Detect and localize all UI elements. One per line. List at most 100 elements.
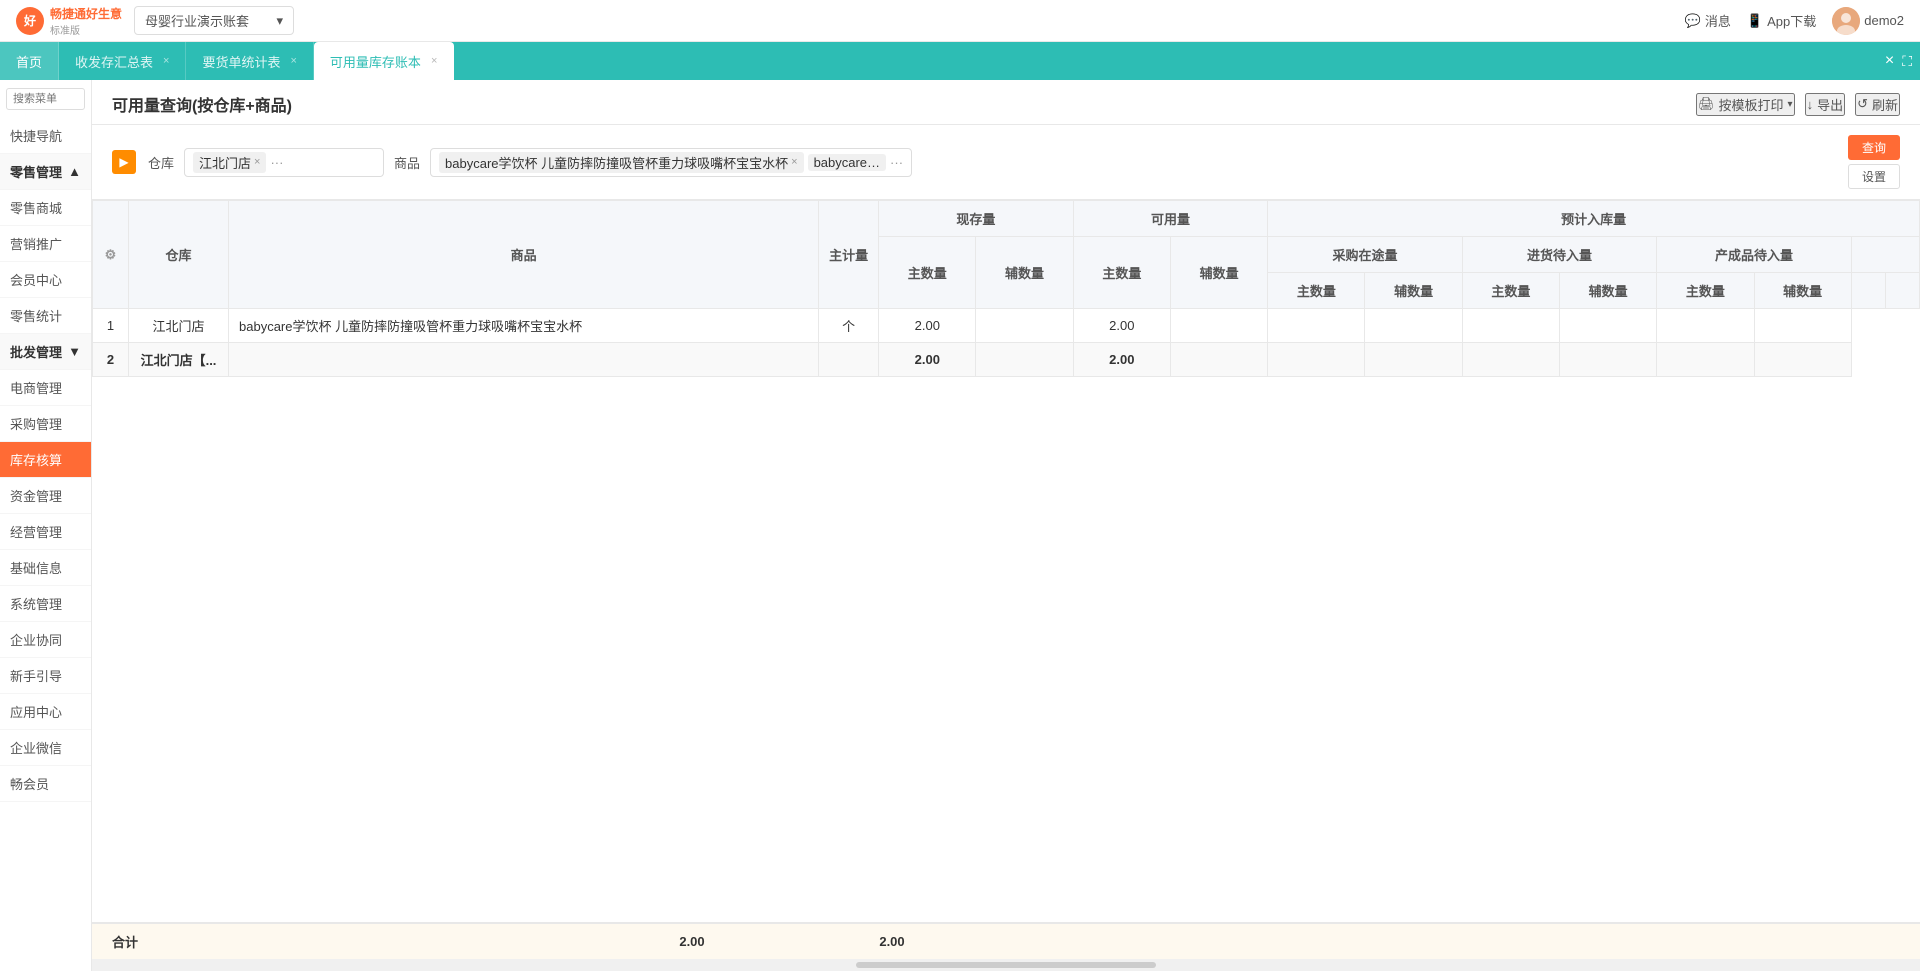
th-available: 可用量	[1073, 201, 1268, 237]
row2-purchase-aux	[1365, 343, 1462, 377]
sidebar-item-enterprise[interactable]: 企业协同	[0, 622, 91, 658]
sidebar-item-retail-mgmt[interactable]: 零售管理 ▲	[0, 154, 91, 190]
row2-avail-aux	[1170, 343, 1267, 377]
printer-icon: 🖨	[1698, 96, 1715, 112]
marketing-label: 营销推广	[10, 237, 62, 252]
filter-toggle-btn[interactable]: ▶	[112, 150, 136, 174]
sidebar-item-enterprise-wx[interactable]: 企业微信	[0, 730, 91, 766]
inventory-label: 库存核算	[10, 453, 62, 468]
th-extra	[1851, 237, 1919, 273]
row2-produce-aux	[1754, 343, 1851, 377]
sidebar-item-retail-stats[interactable]: 零售统计	[0, 298, 91, 334]
sidebar-item-operations[interactable]: 经营管理	[0, 514, 91, 550]
row2-avail-main: 2.00	[1073, 343, 1170, 377]
logo-icon: 好	[16, 7, 44, 35]
row2-unit	[819, 343, 879, 377]
th-inbound-aux: 辅数量	[1560, 273, 1657, 309]
guide-label: 新手引导	[10, 669, 62, 684]
tab-available-stock[interactable]: 可用量库存账本 ×	[314, 42, 454, 80]
gear-icon[interactable]: ⚙	[105, 247, 117, 262]
phone-icon: 📱	[1747, 13, 1763, 29]
app-download-btn[interactable]: 📱 App下载	[1747, 11, 1816, 30]
row2-stock-aux	[976, 343, 1073, 377]
sidebar-item-system[interactable]: 系统管理	[0, 586, 91, 622]
product-filter-input[interactable]: babycare学饮杯 儿童防摔防撞吸管杯重力球吸嘴杯宝宝水杯 × babyca…	[430, 148, 912, 177]
message-icon: 💬	[1685, 13, 1701, 29]
sidebar-item-base-info[interactable]: 基础信息	[0, 550, 91, 586]
table-footer: 合计 2.00 2.00	[92, 922, 1920, 959]
app-center-label: 应用中心	[10, 705, 62, 720]
scrollbar-thumb[interactable]	[856, 962, 1156, 968]
sidebar-item-ecommerce[interactable]: 电商管理	[0, 370, 91, 406]
sidebar-item-quick-nav[interactable]: 快捷导航	[0, 118, 91, 154]
row2-purchase-main	[1268, 343, 1365, 377]
template-print-label: 按模板打印	[1719, 95, 1784, 114]
horizontal-scrollbar[interactable]	[92, 959, 1920, 971]
sidebar-item-guide[interactable]: 新手引导	[0, 658, 91, 694]
tab-close-available[interactable]: ×	[431, 55, 437, 67]
industry-selector[interactable]: 母婴行业演示账套 ▾	[134, 6, 294, 35]
sidebar-item-inventory[interactable]: 库存核算	[0, 442, 91, 478]
top-bar-right: 💬 消息 📱 App下载 demo2	[1685, 7, 1904, 35]
warehouse-filter-label: 仓库	[148, 153, 174, 172]
sidebar-item-app-center[interactable]: 应用中心	[0, 694, 91, 730]
base-info-label: 基础信息	[10, 561, 62, 576]
main-layout: 快捷导航 零售管理 ▲ 零售商城 营销推广 会员中心 零售统计 批发管理 ▼ 电…	[0, 80, 1920, 971]
product-tag1-remove[interactable]: ×	[791, 156, 797, 168]
nav-tabs-bar: 首页 收发存汇总表 × 要货单统计表 × 可用量库存账本 × × ⛶	[0, 42, 1920, 80]
table-row: 1 江北门店 babycare学饮杯 儿童防摔防撞吸管杯重力球吸嘴杯宝宝水杯 个…	[93, 309, 1920, 343]
top-bar: 好 畅捷通好生意 标准版 母婴行业演示账套 ▾ 💬 消息 📱 App下载 dem…	[0, 0, 1920, 42]
th-produce: 产成品待入量	[1657, 237, 1852, 273]
logo-template-badge: 标准版	[50, 22, 122, 37]
sidebar-item-marketing[interactable]: 营销推广	[0, 226, 91, 262]
home-tab-label: 首页	[16, 52, 42, 71]
sidebar-item-wholesale-mgmt[interactable]: 批发管理 ▼	[0, 334, 91, 370]
export-btn[interactable]: ↓ 导出	[1805, 93, 1846, 116]
expand-btn[interactable]: ⛶	[1902, 54, 1912, 68]
tab-close-receive[interactable]: ×	[163, 55, 169, 67]
user-avatar-area[interactable]: demo2	[1832, 7, 1904, 35]
filter-actions: 查询 设置	[1848, 135, 1900, 189]
row2-product	[229, 343, 819, 377]
message-btn[interactable]: 💬 消息	[1685, 11, 1731, 30]
sidebar-item-purchase[interactable]: 采购管理	[0, 406, 91, 442]
product-filter-tag2: babycare…	[808, 154, 886, 171]
th-stock: 现存量	[879, 201, 1074, 237]
tab-order-stats[interactable]: 要货单统计表 ×	[186, 42, 313, 80]
sidebar-item-member[interactable]: 畅会员	[0, 766, 91, 802]
member-center-label: 会员中心	[10, 273, 62, 288]
table-area: ⚙ 仓库 商品 主计量 现存量 可用量 预计入库量 主数量 辅数量 主数量 辅数…	[92, 200, 1920, 922]
product-filter-label: 商品	[394, 153, 420, 172]
th-purchase-transit: 采购在途量	[1268, 237, 1463, 273]
tab-home[interactable]: 首页	[0, 42, 59, 80]
sidebar-item-member-center[interactable]: 会员中心	[0, 262, 91, 298]
row1-avail-aux	[1170, 309, 1267, 343]
row1-purchase-main	[1268, 309, 1365, 343]
sidebar-item-retail-mall[interactable]: 零售商城	[0, 190, 91, 226]
operations-label: 经营管理	[10, 525, 62, 540]
row1-unit: 个	[819, 309, 879, 343]
tab-receive-summary[interactable]: 收发存汇总表 ×	[59, 42, 186, 80]
warehouse-more-btn[interactable]: ···	[270, 155, 283, 170]
sidebar: 快捷导航 零售管理 ▲ 零售商城 营销推广 会员中心 零售统计 批发管理 ▼ 电…	[0, 80, 92, 971]
query-btn[interactable]: 查询	[1848, 135, 1900, 160]
close-all-tabs-btn[interactable]: ×	[1885, 53, 1894, 69]
logo-text: 畅捷通好生意 标准版	[50, 5, 122, 37]
row1-no: 1	[93, 309, 129, 343]
row1-produce-aux	[1754, 309, 1851, 343]
settings-btn[interactable]: 设置	[1848, 164, 1900, 189]
product-tag-label2: babycare…	[814, 155, 880, 170]
sidebar-item-finance[interactable]: 资金管理	[0, 478, 91, 514]
refresh-btn[interactable]: ↺ 刷新	[1855, 93, 1900, 116]
chevron-down-icon: ▾	[1788, 99, 1793, 110]
warehouse-filter-input[interactable]: 江北门店 × ···	[184, 148, 384, 177]
export-icon: ↓	[1807, 97, 1814, 112]
search-input[interactable]	[6, 88, 85, 110]
product-more-btn[interactable]: ···	[890, 155, 903, 170]
row2-inbound-aux	[1560, 343, 1657, 377]
warehouse-tag-label: 江北门店	[199, 153, 251, 172]
template-print-btn[interactable]: 🖨 按模板打印 ▾	[1696, 93, 1795, 116]
tab-close-order[interactable]: ×	[290, 55, 296, 67]
warehouse-tag-remove[interactable]: ×	[254, 156, 260, 168]
row1-warehouse: 江北门店	[129, 309, 229, 343]
